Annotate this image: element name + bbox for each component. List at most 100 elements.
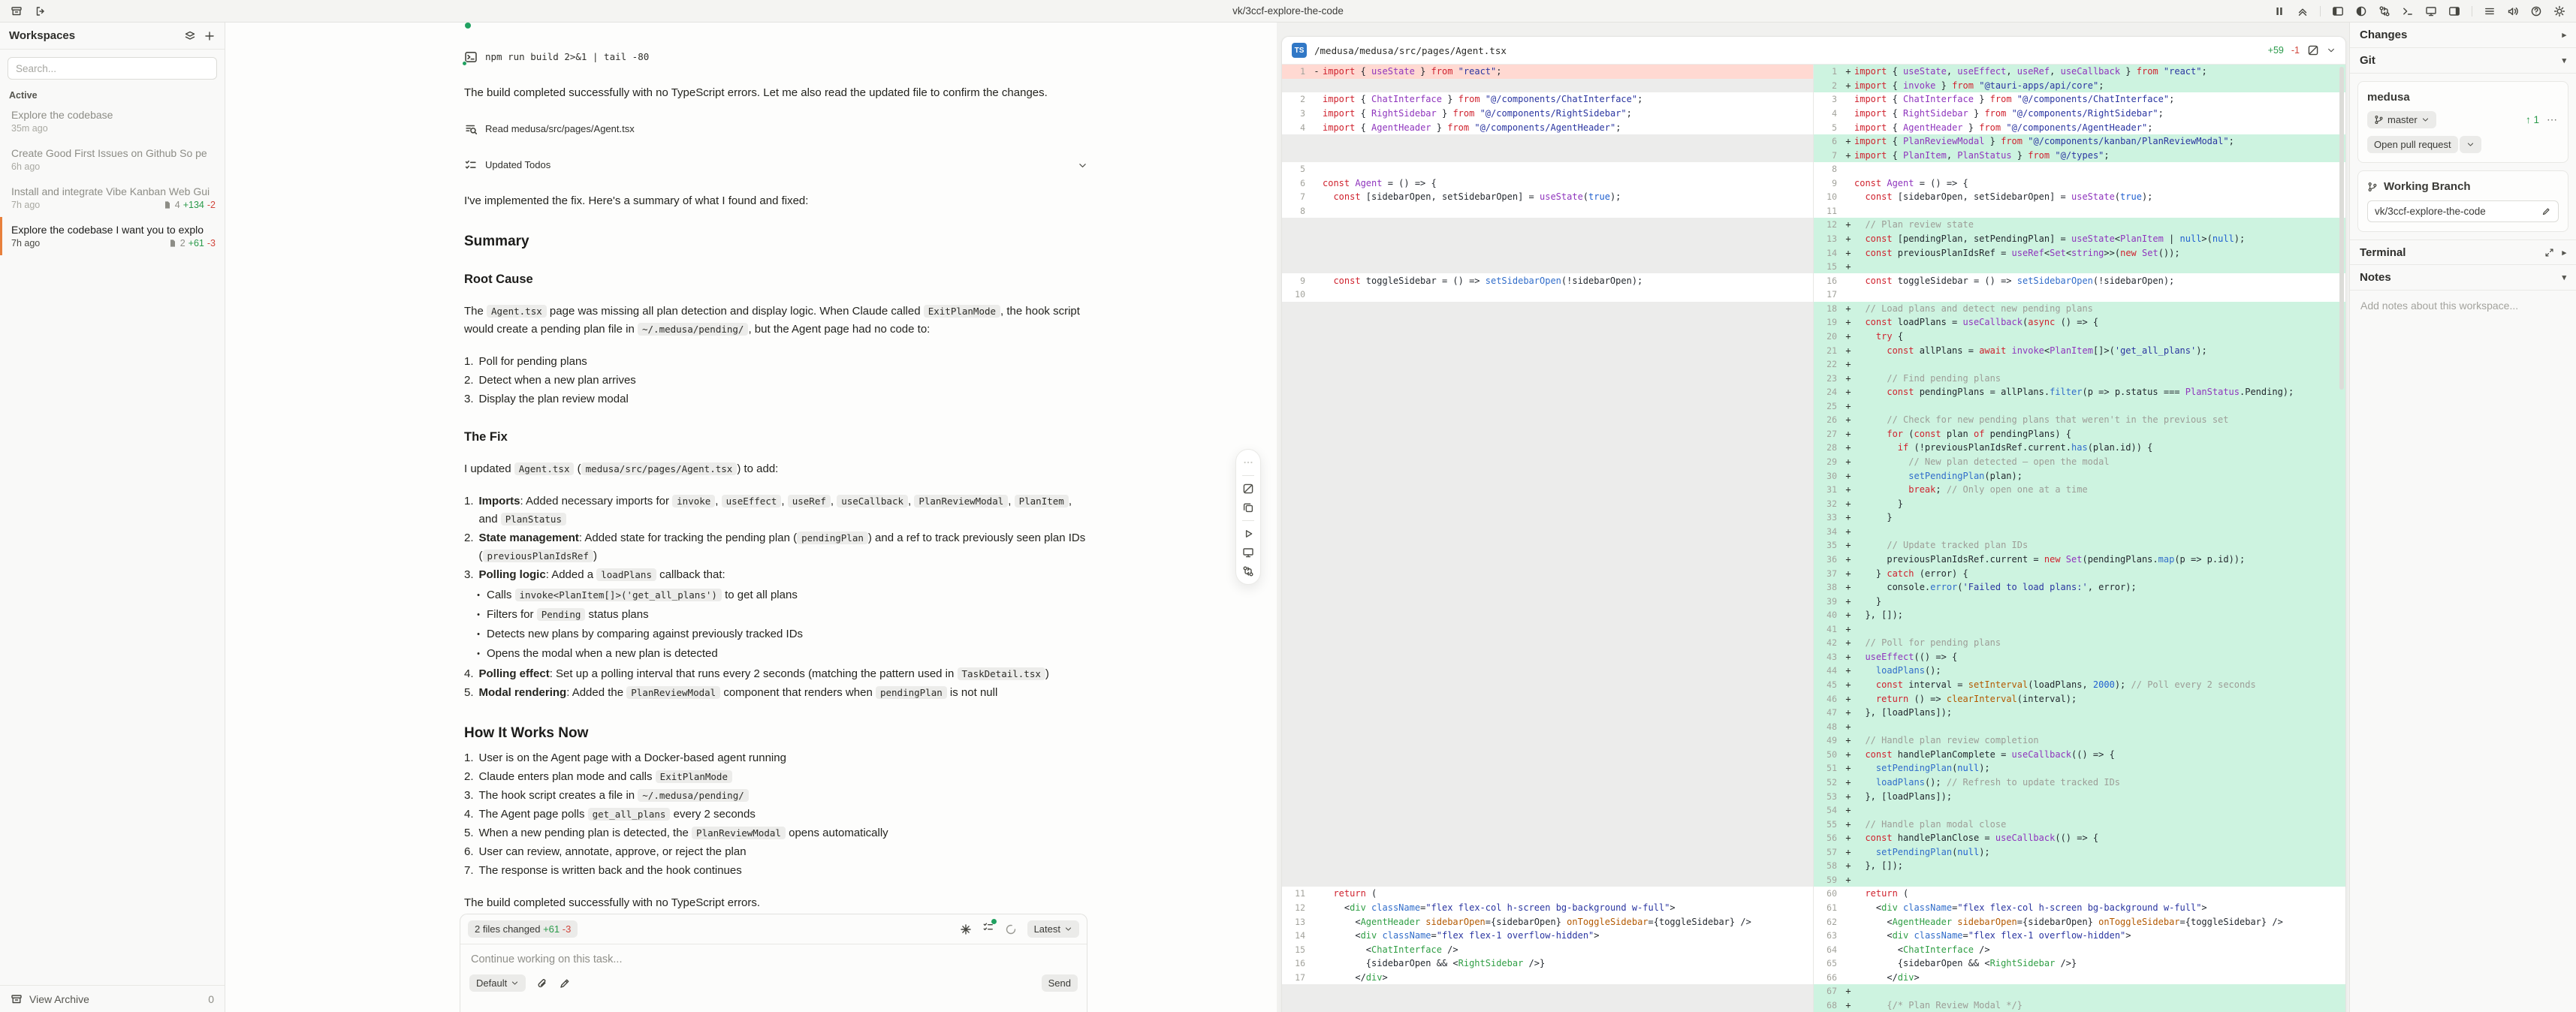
expand-icon[interactable] xyxy=(2544,248,2554,258)
chevron-down-icon[interactable] xyxy=(1078,161,1087,170)
diff-row: 29+ // New plan detected — open the moda… xyxy=(1282,455,2345,469)
archive-icon[interactable] xyxy=(11,5,23,17)
workspace-item[interactable]: Create Good First Issues on Github So pe… xyxy=(0,140,225,179)
workspace-item[interactable]: Explore the codebase35m ago xyxy=(0,102,225,140)
diff-row: 47+ }, [loadPlans]); xyxy=(1282,706,2345,720)
diff-row: 26+ // Check for new pending plans that … xyxy=(1282,413,2345,427)
play-icon[interactable] xyxy=(1242,528,1254,540)
branch-dropdown[interactable]: master xyxy=(2367,111,2436,128)
diff-right-line: 4import { RightSidebar } from "@/compone… xyxy=(1814,107,2345,121)
triangle-right-icon: ▸ xyxy=(2562,248,2566,258)
diff-row: 11 return (60 return ( xyxy=(1282,887,2345,901)
mode-dropdown[interactable]: Default xyxy=(469,974,526,992)
diff-right-line: 48+ xyxy=(1814,719,2345,733)
list-item: 4.Polling effect: Set up a polling inter… xyxy=(464,665,1087,683)
send-button[interactable]: Send xyxy=(1042,974,1078,992)
display-icon[interactable] xyxy=(2425,5,2437,17)
tool-call-row[interactable]: Read medusa/src/pages/Agent.tsx xyxy=(464,120,1087,138)
diff-right-line: 26+ // Check for new pending plans that … xyxy=(1814,413,2345,427)
notes-section-header[interactable]: Notes ▾ xyxy=(2350,265,2576,291)
todos-collapse-row[interactable]: Updated Todos xyxy=(464,156,1087,174)
drag-dots-icon[interactable] xyxy=(1242,456,1254,468)
announce-icon[interactable] xyxy=(2507,5,2519,17)
diff-right-line: 61 <div className="flex flex-col h-scree… xyxy=(1814,901,2345,915)
layers-icon[interactable] xyxy=(184,30,196,42)
diff-body[interactable]: 1-import { useState } from "react";1+imp… xyxy=(1282,65,2345,1012)
workspace-title: Explore the codebase I want you to explo xyxy=(11,224,216,236)
display-icon[interactable] xyxy=(1242,547,1254,559)
open-pull-request-button[interactable]: Open pull request xyxy=(2367,136,2458,153)
diff-row: 55+ // Handle plan modal close xyxy=(1282,817,2345,831)
panel-right-icon[interactable] xyxy=(2448,5,2460,17)
copy-icon[interactable] xyxy=(1242,501,1254,514)
additions-count: +61 xyxy=(543,923,560,935)
diff-left-line: 15 <ChatInterface /> xyxy=(1282,942,1813,956)
more-options-icon[interactable]: ⋯ xyxy=(2547,113,2559,126)
diff-left-line xyxy=(1282,845,1813,860)
search-input[interactable] xyxy=(8,57,217,80)
chat-scroll-area[interactable]: npm run build 2>&1 | tail -80The build c… xyxy=(225,23,1277,914)
working-branch-input[interactable] xyxy=(2375,206,2535,217)
bullet-item: •Opens the modal when a new plan is dete… xyxy=(470,645,1087,663)
diff-right-line: 50+ const handlePlanComplete = useCallba… xyxy=(1814,748,2345,762)
sign-out-icon[interactable] xyxy=(35,5,47,17)
diff-left-line xyxy=(1282,748,1813,762)
tool-label: npm run build 2>&1 | tail -80 xyxy=(485,48,649,66)
file-icon xyxy=(168,239,177,248)
list-item: 3.Display the plan review modal xyxy=(464,390,1087,408)
version-dropdown[interactable]: Latest xyxy=(1027,920,1079,938)
workspace-item[interactable]: Install and integrate Vibe Kanban Web Gu… xyxy=(0,179,225,217)
chat-heading: Root Cause xyxy=(464,270,1087,288)
panel-left-icon[interactable] xyxy=(2332,5,2344,17)
files-changed-badge[interactable]: 2 files changed +61 -3 xyxy=(468,920,578,938)
terminal-icon[interactable] xyxy=(2402,5,2414,17)
inline-code: ExitPlanMode xyxy=(656,770,732,783)
menu-icon[interactable] xyxy=(2484,5,2496,17)
edit-icon[interactable] xyxy=(2541,206,2551,216)
diff-row: 14+ const previousPlanIdsRef = useRef<Se… xyxy=(1282,245,2345,260)
spark-icon[interactable] xyxy=(960,923,972,935)
diff-row: 59+ xyxy=(1282,873,2345,887)
diff-row: 20+ try { xyxy=(1282,330,2345,344)
pen-icon[interactable] xyxy=(559,977,571,989)
diff-mode-icon[interactable] xyxy=(2307,44,2319,56)
diff-left-line xyxy=(1282,343,1813,357)
pull-request-dropdown[interactable] xyxy=(2460,136,2481,153)
tool-call-row[interactable]: npm run build 2>&1 | tail -80 xyxy=(464,48,1087,66)
working-branch-card: Working Branch xyxy=(2357,170,2568,232)
inline-code: invoke xyxy=(672,495,715,508)
chevron-down-icon xyxy=(1064,925,1072,933)
chat-heading: The Fix xyxy=(464,428,1087,446)
notes-input[interactable]: Add notes about this workspace... xyxy=(2350,291,2576,321)
diff-left-line: 17 </div> xyxy=(1282,971,1813,985)
attach-icon[interactable] xyxy=(536,977,548,989)
notes-label: Notes xyxy=(2360,271,2391,284)
settings-icon[interactable] xyxy=(2553,5,2565,17)
diff-right-line: 25+ xyxy=(1814,399,2345,414)
diff-right-line: 67+ xyxy=(1814,984,2345,998)
git-compare-icon[interactable] xyxy=(1242,565,1254,577)
diff-slash-icon[interactable] xyxy=(1242,483,1254,495)
workspace-item[interactable]: Explore the codebase I want you to explo… xyxy=(0,217,225,255)
git-compare-icon[interactable] xyxy=(2378,5,2390,17)
message-input[interactable] xyxy=(460,944,1087,970)
theme-icon[interactable] xyxy=(2355,5,2367,17)
chevron-down-icon[interactable] xyxy=(2327,46,2336,55)
file-path: /medusa/medusa/src/pages/Agent.tsx xyxy=(1314,45,1507,56)
pause-icon[interactable] xyxy=(2273,5,2285,17)
collapse-up-icon[interactable] xyxy=(2297,5,2309,17)
diff-row: 37+ } catch (error) { xyxy=(1282,566,2345,580)
changes-section-header[interactable]: Changes ▸ xyxy=(2350,23,2576,48)
view-archive-button[interactable]: View Archive 0 xyxy=(0,985,225,1012)
chat-ordered-list: 1.User is on the Agent page with a Docke… xyxy=(464,749,1087,880)
list-item: 3.The hook script creates a file in ~/.m… xyxy=(464,787,1087,805)
scrollbar[interactable] xyxy=(2339,67,2344,390)
diff-row: 46+ return () => clearInterval(interval)… xyxy=(1282,691,2345,706)
chat-paragraph: I've implemented the fix. Here's a summa… xyxy=(464,192,1087,210)
triangle-down-icon: ▾ xyxy=(2562,56,2566,65)
add-workspace-button[interactable] xyxy=(204,30,216,42)
help-icon[interactable] xyxy=(2530,5,2542,17)
diff-left-line: 3import { RightSidebar } from "@/compone… xyxy=(1282,107,1813,121)
terminal-section-header[interactable]: Terminal ▸ xyxy=(2350,239,2576,265)
git-section-header[interactable]: Git ▾ xyxy=(2350,48,2576,74)
